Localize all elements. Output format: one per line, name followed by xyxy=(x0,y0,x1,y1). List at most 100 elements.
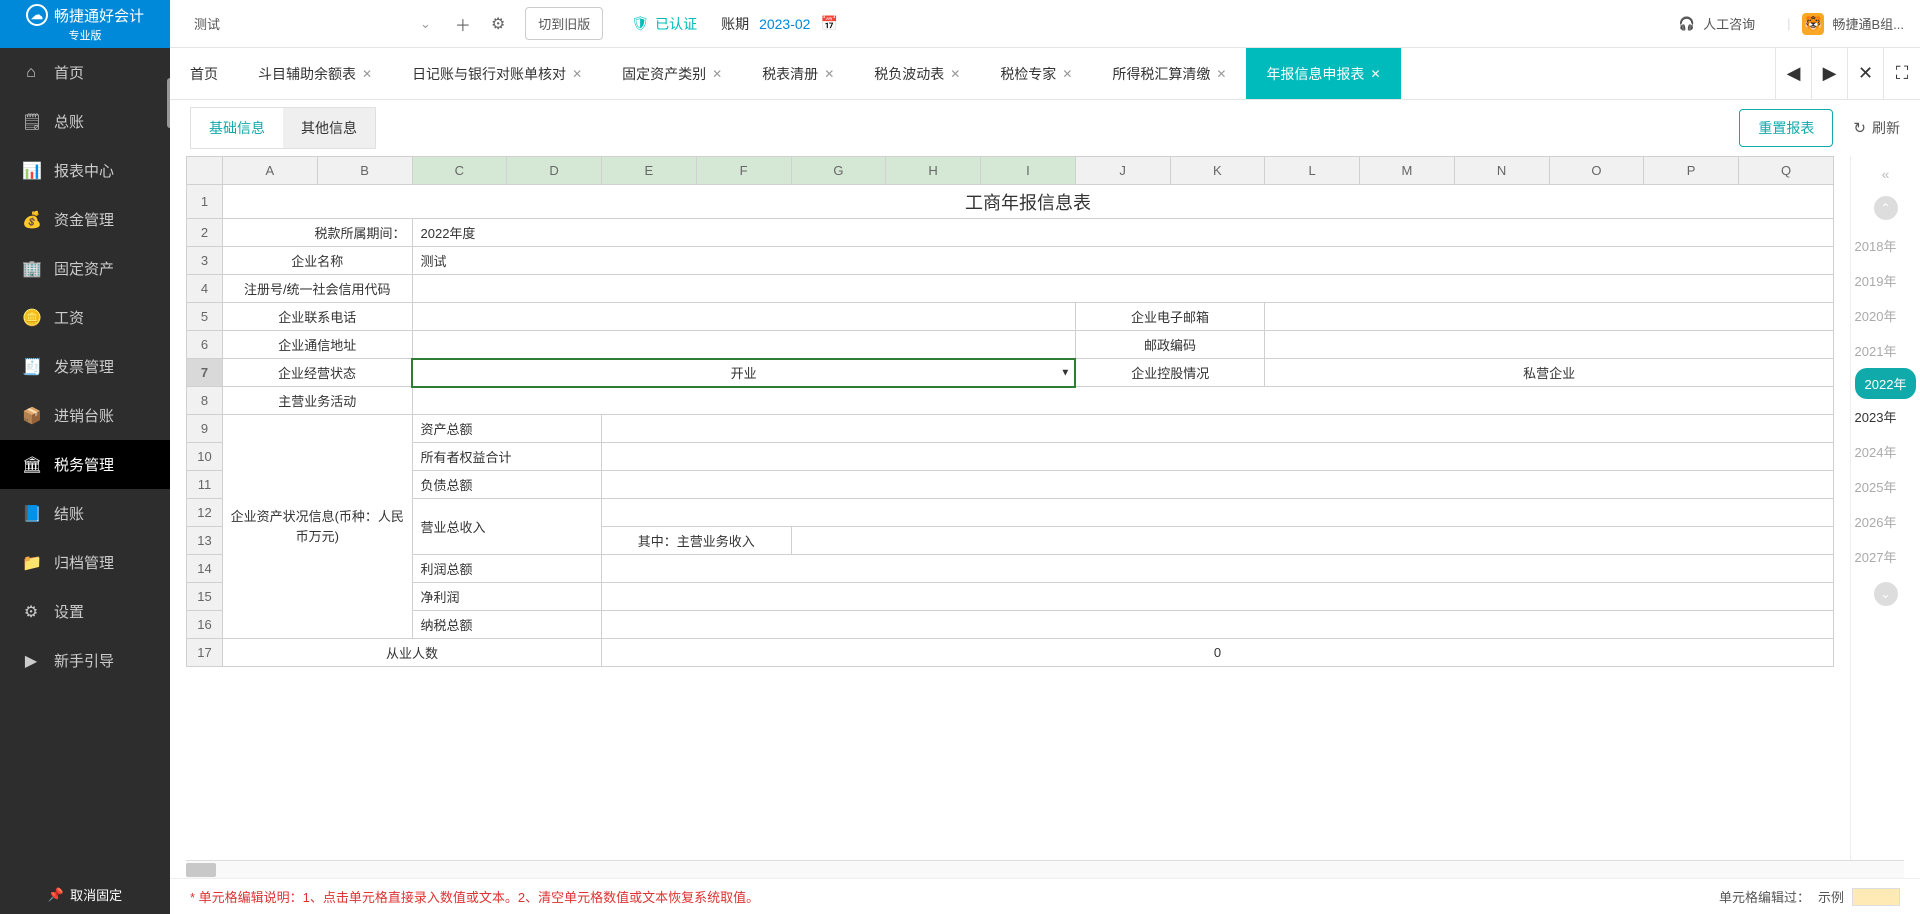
tab[interactable]: 斗目辅助余额表✕ xyxy=(238,48,392,99)
corner-cell[interactable] xyxy=(187,157,223,185)
sidebar-item[interactable]: 📁归档管理 xyxy=(0,538,170,587)
column-header[interactable]: P xyxy=(1644,157,1739,185)
tab-scroll-right[interactable]: ▶ xyxy=(1812,48,1848,99)
gear-icon[interactable]: ⚙ xyxy=(491,14,505,34)
column-header[interactable]: E xyxy=(602,157,697,185)
close-icon[interactable]: ✕ xyxy=(950,67,960,81)
year-item[interactable]: 2022年 xyxy=(1855,368,1917,399)
year-item[interactable]: 2025年 xyxy=(1855,469,1917,504)
year-item[interactable]: 2024年 xyxy=(1855,434,1917,469)
year-item[interactable]: 2027年 xyxy=(1855,539,1917,574)
column-header[interactable]: K xyxy=(1170,157,1265,185)
tab[interactable]: 首页 xyxy=(170,48,238,99)
sub-tabs: 基础信息 其他信息 xyxy=(190,107,376,149)
logo[interactable]: ☁ 畅捷通好会计 专业版 xyxy=(0,0,170,48)
nav-icon: 📁 xyxy=(22,553,40,573)
column-header[interactable]: M xyxy=(1360,157,1455,185)
accounting-period[interactable]: 账期 2023-02 📅 xyxy=(721,14,838,34)
tab[interactable]: 税负波动表✕ xyxy=(854,48,980,99)
column-header[interactable]: C xyxy=(412,157,507,185)
year-item[interactable]: 2023年 xyxy=(1855,399,1917,434)
tab[interactable]: 所得税汇算清缴✕ xyxy=(1092,48,1246,99)
avatar[interactable]: 🐯 xyxy=(1802,13,1824,35)
subtab-other[interactable]: 其他信息 xyxy=(283,108,375,148)
sidebar-item[interactable]: 📊报表中心 xyxy=(0,146,170,195)
sidebar-item[interactable]: 🏛税务管理 xyxy=(0,440,170,489)
sidebar-item[interactable]: ⚙设置 xyxy=(0,587,170,636)
close-icon[interactable]: ✕ xyxy=(362,67,372,81)
tab[interactable]: 年报信息申报表✕ xyxy=(1246,48,1400,99)
sidebar-handle[interactable] xyxy=(167,78,170,128)
year-scroll-up[interactable]: ⌃ xyxy=(1874,196,1898,220)
horizontal-scrollbar[interactable] xyxy=(186,860,1904,878)
calendar-icon: 📅 xyxy=(820,15,837,32)
unpin-button[interactable]: 📌 取消固定 xyxy=(0,875,170,914)
sidebar-item[interactable]: 📘结账 xyxy=(0,489,170,538)
column-header[interactable]: B xyxy=(317,157,412,185)
year-item[interactable]: 2018年 xyxy=(1855,228,1917,263)
column-header[interactable]: J xyxy=(1075,157,1170,185)
sidebar-item[interactable]: 📦进销台账 xyxy=(0,391,170,440)
column-header[interactable]: I xyxy=(981,157,1076,185)
legend-swatch xyxy=(1852,888,1900,906)
column-header[interactable]: F xyxy=(696,157,791,185)
column-header[interactable]: Q xyxy=(1739,157,1834,185)
column-header[interactable]: O xyxy=(1549,157,1644,185)
tab[interactable]: 税检专家✕ xyxy=(980,48,1092,99)
add-icon[interactable]: ＋ xyxy=(455,12,471,36)
close-icon[interactable]: ✕ xyxy=(712,67,722,81)
tab[interactable]: 日记账与银行对账单核对✕ xyxy=(392,48,602,99)
column-header[interactable]: L xyxy=(1265,157,1360,185)
nav-icon: 📘 xyxy=(22,504,40,524)
close-icon[interactable]: ✕ xyxy=(572,67,582,81)
tab[interactable]: 固定资产类别✕ xyxy=(602,48,742,99)
year-item[interactable]: 2019年 xyxy=(1855,263,1917,298)
column-header[interactable]: N xyxy=(1454,157,1549,185)
fullscreen-icon[interactable]: ⛶ xyxy=(1884,48,1920,99)
refresh-button[interactable]: ↻ 刷新 xyxy=(1853,118,1900,138)
close-icon[interactable]: ✕ xyxy=(1062,67,1072,81)
sidebar-item[interactable]: 🗒总账 xyxy=(0,97,170,146)
switch-old-button[interactable]: 切到旧版 xyxy=(525,7,603,40)
brand-name: 畅捷通好会计 xyxy=(54,5,144,26)
close-icon[interactable]: ✕ xyxy=(824,67,834,81)
nav-icon: 🏛 xyxy=(22,455,40,475)
sidebar-item[interactable]: 🏢固定资产 xyxy=(0,244,170,293)
year-item[interactable]: 2020年 xyxy=(1855,298,1917,333)
column-header[interactable]: A xyxy=(223,157,318,185)
row-header[interactable]: 1 xyxy=(187,185,223,219)
spreadsheet[interactable]: ABCDEFGHIJKLMNOPQ 1工商年报信息表 2税款所属期间：2022年… xyxy=(170,156,1850,860)
nav-icon: 🪙 xyxy=(22,308,40,328)
sidebar-item[interactable]: ⌂首页 xyxy=(0,48,170,97)
sidebar-item[interactable]: 🪙工资 xyxy=(0,293,170,342)
user-name[interactable]: 畅捷通B组... xyxy=(1832,14,1904,33)
close-icon[interactable]: ✕ xyxy=(1370,67,1380,81)
sidebar: ⌂首页🗒总账📊报表中心💰资金管理🏢固定资产🪙工资🧾发票管理📦进销台账🏛税务管理📘… xyxy=(0,48,170,914)
sidebar-item[interactable]: 🧾发票管理 xyxy=(0,342,170,391)
nav-icon: 🧾 xyxy=(22,357,40,377)
close-icon[interactable]: ✕ xyxy=(1216,67,1226,81)
sidebar-item[interactable]: ▶新手引导 xyxy=(0,636,170,685)
subtab-basic[interactable]: 基础信息 xyxy=(191,108,283,148)
reset-button[interactable]: 重置报表 xyxy=(1739,109,1833,147)
nav-icon: 📊 xyxy=(22,161,40,181)
sidebar-item[interactable]: 💰资金管理 xyxy=(0,195,170,244)
column-header[interactable]: D xyxy=(507,157,602,185)
business-status-dropdown[interactable]: 开业▼ xyxy=(412,359,1075,387)
column-header[interactable]: H xyxy=(886,157,981,185)
refresh-icon: ↻ xyxy=(1853,119,1866,137)
support-button[interactable]: 🎧 人工咨询 xyxy=(1679,14,1755,33)
year-item[interactable]: 2026年 xyxy=(1855,504,1917,539)
tab-close-all[interactable]: ✕ xyxy=(1848,48,1884,99)
year-item[interactable]: 2021年 xyxy=(1855,333,1917,368)
tab-scroll-left[interactable]: ◀ xyxy=(1776,48,1812,99)
sheet-title: 工商年报信息表 xyxy=(223,185,1834,219)
nav-icon: 🏢 xyxy=(22,259,40,279)
rail-collapse-icon[interactable]: « xyxy=(1882,166,1890,182)
company-dropdown[interactable]: 测试 ⌄ xyxy=(194,14,431,33)
tab[interactable]: 税表清册✕ xyxy=(742,48,854,99)
column-header[interactable]: G xyxy=(791,157,886,185)
year-scroll-down[interactable]: ⌄ xyxy=(1874,582,1898,606)
legend-label: 单元格编辑过： xyxy=(1719,887,1810,906)
nav-icon: 💰 xyxy=(22,210,40,230)
